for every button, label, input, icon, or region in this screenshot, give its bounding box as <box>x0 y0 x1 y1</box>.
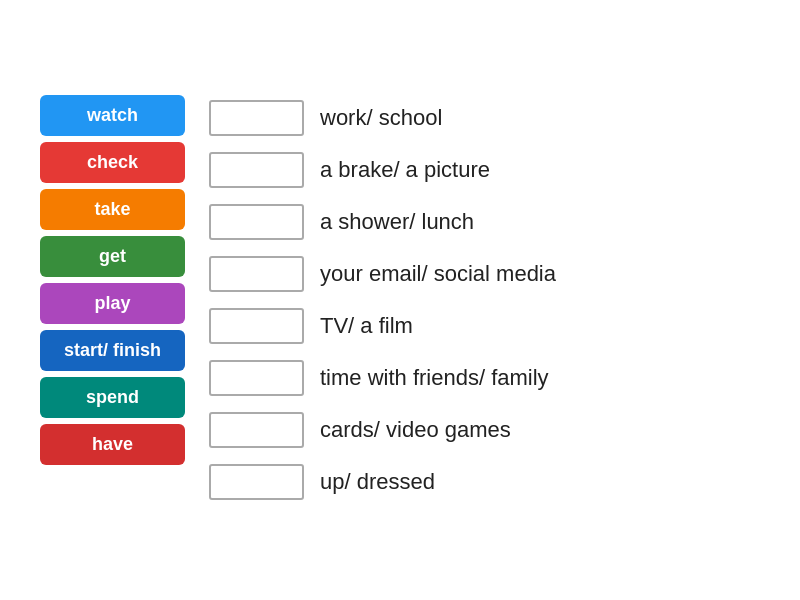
verb-button-check[interactable]: check <box>40 142 185 183</box>
match-box-item-3[interactable] <box>209 204 304 240</box>
match-box-item-4[interactable] <box>209 256 304 292</box>
buttons-column: watch check take get play start/ finish spend h… <box>40 95 185 465</box>
verb-button-get[interactable]: get <box>40 236 185 277</box>
verb-button-spend[interactable]: spend <box>40 377 185 418</box>
match-box-item-1[interactable] <box>209 100 304 136</box>
match-label-item-2: a brake/ a picture <box>320 157 490 183</box>
match-row-item-3: a shower/ lunch <box>209 199 760 245</box>
match-label-item-4: your email/ social media <box>320 261 556 287</box>
match-label-item-5: TV/ a film <box>320 313 413 339</box>
match-row-item-7: cards/ video games <box>209 407 760 453</box>
verb-button-have[interactable]: have <box>40 424 185 465</box>
match-box-item-2[interactable] <box>209 152 304 188</box>
verb-button-start-finish[interactable]: start/ finish <box>40 330 185 371</box>
main-container: watch check take get play start/ finish spend h… <box>0 65 800 535</box>
match-label-item-8: up/ dressed <box>320 469 435 495</box>
match-row-item-8: up/ dressed <box>209 459 760 505</box>
match-label-item-7: cards/ video games <box>320 417 511 443</box>
matching-column: work/ school a brake/ a picture a shower/ … <box>209 95 760 505</box>
match-box-item-6[interactable] <box>209 360 304 396</box>
match-box-item-5[interactable] <box>209 308 304 344</box>
verb-button-take[interactable]: take <box>40 189 185 230</box>
match-label-item-3: a shower/ lunch <box>320 209 474 235</box>
match-label-item-1: work/ school <box>320 105 442 131</box>
match-row-item-4: your email/ social media <box>209 251 760 297</box>
match-row-item-6: time with friends/ family <box>209 355 760 401</box>
verb-button-watch[interactable]: watch <box>40 95 185 136</box>
match-box-item-7[interactable] <box>209 412 304 448</box>
verb-button-play[interactable]: play <box>40 283 185 324</box>
match-row-item-1: work/ school <box>209 95 760 141</box>
match-box-item-8[interactable] <box>209 464 304 500</box>
match-label-item-6: time with friends/ family <box>320 365 549 391</box>
match-row-item-2: a brake/ a picture <box>209 147 760 193</box>
match-row-item-5: TV/ a film <box>209 303 760 349</box>
